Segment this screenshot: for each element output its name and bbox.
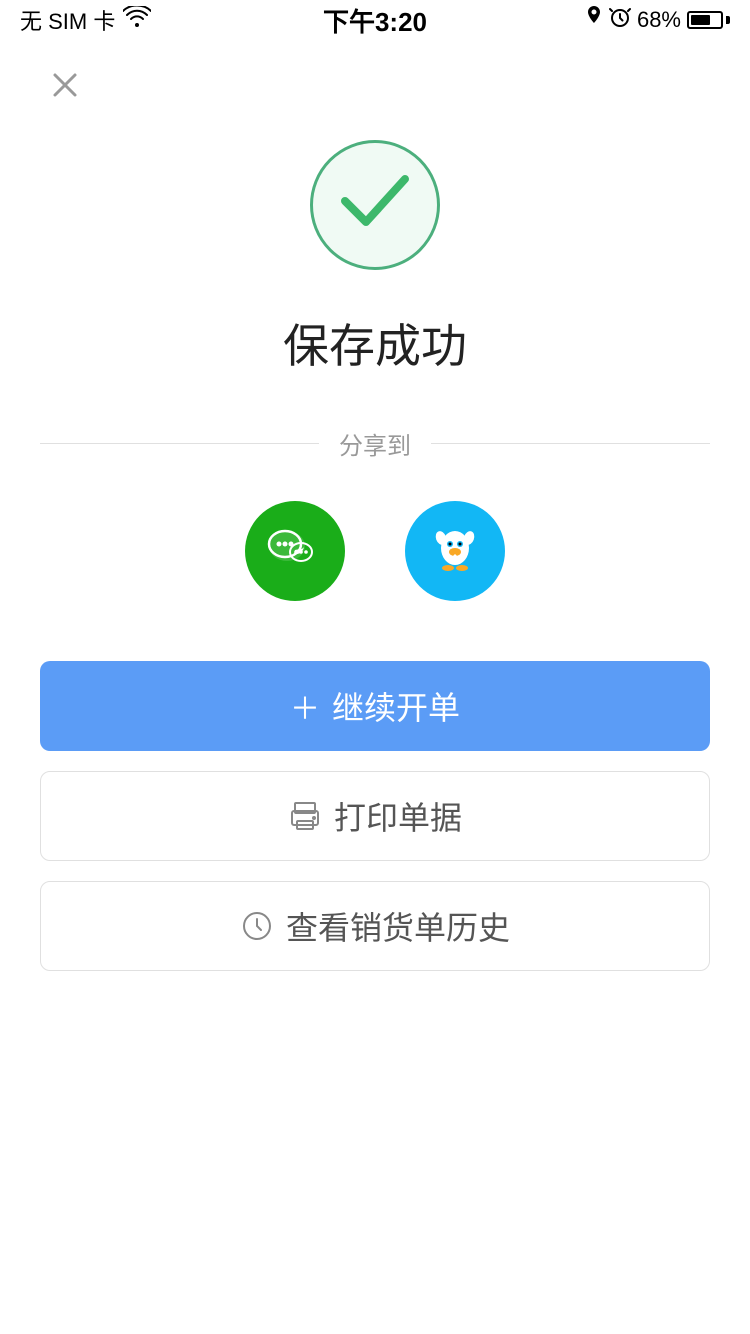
- continue-label: 继续开单: [332, 683, 460, 729]
- history-icon: [240, 909, 274, 943]
- share-divider: 分享到: [40, 426, 710, 461]
- history-label: 查看销货单历史: [286, 903, 510, 949]
- wifi-icon: [123, 6, 151, 34]
- main-content: 保存成功 分享到: [0, 40, 750, 1334]
- share-wechat-button[interactable]: [245, 501, 345, 601]
- battery-icon: [687, 11, 730, 29]
- print-icon: [288, 799, 322, 833]
- close-button[interactable]: [40, 60, 90, 110]
- history-button[interactable]: 查看销货单历史: [40, 881, 710, 971]
- location-icon: [585, 6, 603, 34]
- share-qq-button[interactable]: [405, 501, 505, 601]
- divider-line-left: [40, 443, 319, 444]
- share-label: 分享到: [339, 426, 411, 461]
- success-title: 保存成功: [283, 310, 467, 376]
- status-right: 68%: [585, 6, 730, 34]
- continue-button[interactable]: ＋ 继续开单: [40, 661, 710, 751]
- alarm-icon: [609, 6, 631, 34]
- status-bar: 无 SIM 卡 下午3:20 68%: [0, 0, 750, 40]
- sim-status: 无 SIM 卡: [20, 4, 115, 36]
- share-icons: [245, 501, 505, 601]
- battery-percentage: 68%: [637, 7, 681, 33]
- status-time: 下午3:20: [323, 2, 427, 39]
- success-circle: [310, 140, 440, 270]
- print-label: 打印单据: [334, 793, 462, 839]
- divider-line-right: [431, 443, 710, 444]
- action-buttons: ＋ 继续开单 打印单据 查看销货单历史: [40, 661, 710, 971]
- status-left: 无 SIM 卡: [20, 4, 151, 36]
- plus-icon: ＋: [290, 684, 320, 728]
- checkmark-icon: [340, 171, 410, 239]
- print-button[interactable]: 打印单据: [40, 771, 710, 861]
